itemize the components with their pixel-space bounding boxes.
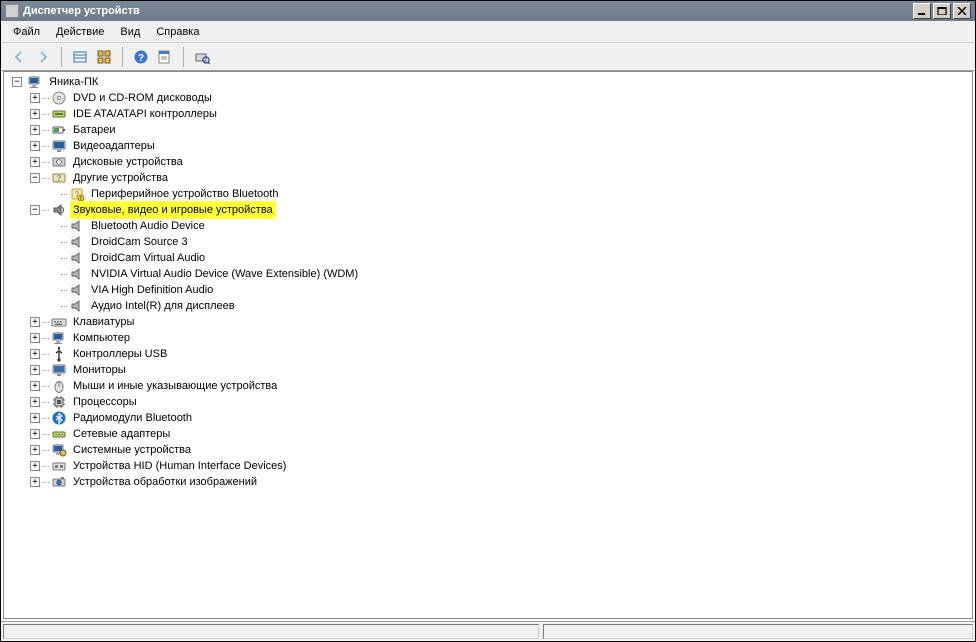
sound-icon bbox=[51, 202, 67, 218]
system-icon bbox=[51, 442, 67, 458]
nav-forward-button[interactable] bbox=[32, 46, 54, 68]
ide-icon bbox=[51, 106, 67, 122]
speaker-icon bbox=[69, 218, 85, 234]
computer-icon bbox=[27, 74, 43, 90]
speaker-icon bbox=[69, 298, 85, 314]
expand-toggle[interactable]: + bbox=[30, 333, 40, 343]
unknown-icon bbox=[69, 186, 85, 202]
expand-toggle[interactable]: + bbox=[30, 349, 40, 359]
expand-toggle[interactable]: + bbox=[30, 445, 40, 455]
usb-icon bbox=[51, 346, 67, 362]
expand-toggle[interactable]: + bbox=[30, 477, 40, 487]
expand-toggle[interactable]: + bbox=[30, 381, 40, 391]
expand-toggle[interactable]: + bbox=[30, 429, 40, 439]
speaker-icon bbox=[69, 250, 85, 266]
minimize-button[interactable] bbox=[913, 3, 931, 19]
expand-toggle[interactable]: − bbox=[30, 205, 40, 215]
nav-back-button[interactable] bbox=[8, 46, 30, 68]
app-icon bbox=[5, 4, 19, 18]
expand-toggle[interactable]: − bbox=[12, 77, 22, 87]
speaker-icon bbox=[69, 234, 85, 250]
expand-toggle[interactable]: + bbox=[30, 125, 40, 135]
imaging-icon bbox=[51, 474, 67, 490]
window-controls bbox=[911, 3, 971, 19]
other-icon bbox=[51, 170, 67, 186]
list-button[interactable] bbox=[93, 46, 115, 68]
disk-icon bbox=[51, 154, 67, 170]
help-button[interactable]: ? bbox=[130, 46, 152, 68]
details-button[interactable] bbox=[69, 46, 91, 68]
display-icon bbox=[51, 138, 67, 154]
expand-toggle[interactable]: + bbox=[30, 317, 40, 327]
speaker-icon bbox=[69, 266, 85, 282]
cdrom-icon bbox=[51, 90, 67, 106]
statusbar bbox=[1, 621, 975, 641]
expand-toggle[interactable]: + bbox=[30, 141, 40, 151]
expand-toggle[interactable]: + bbox=[30, 157, 40, 167]
category-label[interactable]: Устройства обработки изображений bbox=[70, 473, 260, 491]
status-pane-left bbox=[3, 624, 539, 639]
monitor-icon bbox=[51, 362, 67, 378]
titlebar[interactable]: Диспетчер устройств bbox=[1, 1, 975, 21]
expand-toggle[interactable]: + bbox=[30, 413, 40, 423]
cpu-icon bbox=[51, 394, 67, 410]
device-tree[interactable]: −Яника-ПК+DVD и CD-ROM дисководы+IDE ATA… bbox=[3, 71, 973, 619]
device-manager-window: Диспетчер устройств Файл Действие Вид Сп… bbox=[0, 0, 976, 642]
keyboard-icon bbox=[51, 314, 67, 330]
expand-toggle[interactable]: + bbox=[30, 365, 40, 375]
computer-icon bbox=[51, 330, 67, 346]
scan-hardware-button[interactable] bbox=[191, 46, 213, 68]
expand-toggle[interactable]: + bbox=[30, 109, 40, 119]
menu-action[interactable]: Действие bbox=[48, 24, 112, 40]
menu-help[interactable]: Справка bbox=[148, 24, 207, 40]
mouse-icon bbox=[51, 378, 67, 394]
network-icon bbox=[51, 426, 67, 442]
expand-toggle[interactable]: + bbox=[30, 93, 40, 103]
close-button[interactable] bbox=[953, 3, 971, 19]
toolbar: ? bbox=[1, 43, 975, 71]
expand-toggle[interactable]: + bbox=[30, 397, 40, 407]
maximize-button[interactable] bbox=[933, 3, 951, 19]
battery-icon bbox=[51, 122, 67, 138]
hid-icon bbox=[51, 458, 67, 474]
properties-button[interactable] bbox=[154, 46, 176, 68]
menu-view[interactable]: Вид bbox=[112, 24, 148, 40]
speaker-icon bbox=[69, 282, 85, 298]
menubar: Файл Действие Вид Справка bbox=[1, 21, 975, 43]
bluetooth-icon bbox=[51, 410, 67, 426]
expand-toggle[interactable]: + bbox=[30, 461, 40, 471]
menu-file[interactable]: Файл bbox=[5, 24, 48, 40]
expand-toggle[interactable]: − bbox=[30, 173, 40, 183]
status-pane-right bbox=[543, 624, 973, 639]
window-title: Диспетчер устройств bbox=[23, 5, 911, 17]
svg-text:?: ? bbox=[138, 53, 144, 64]
